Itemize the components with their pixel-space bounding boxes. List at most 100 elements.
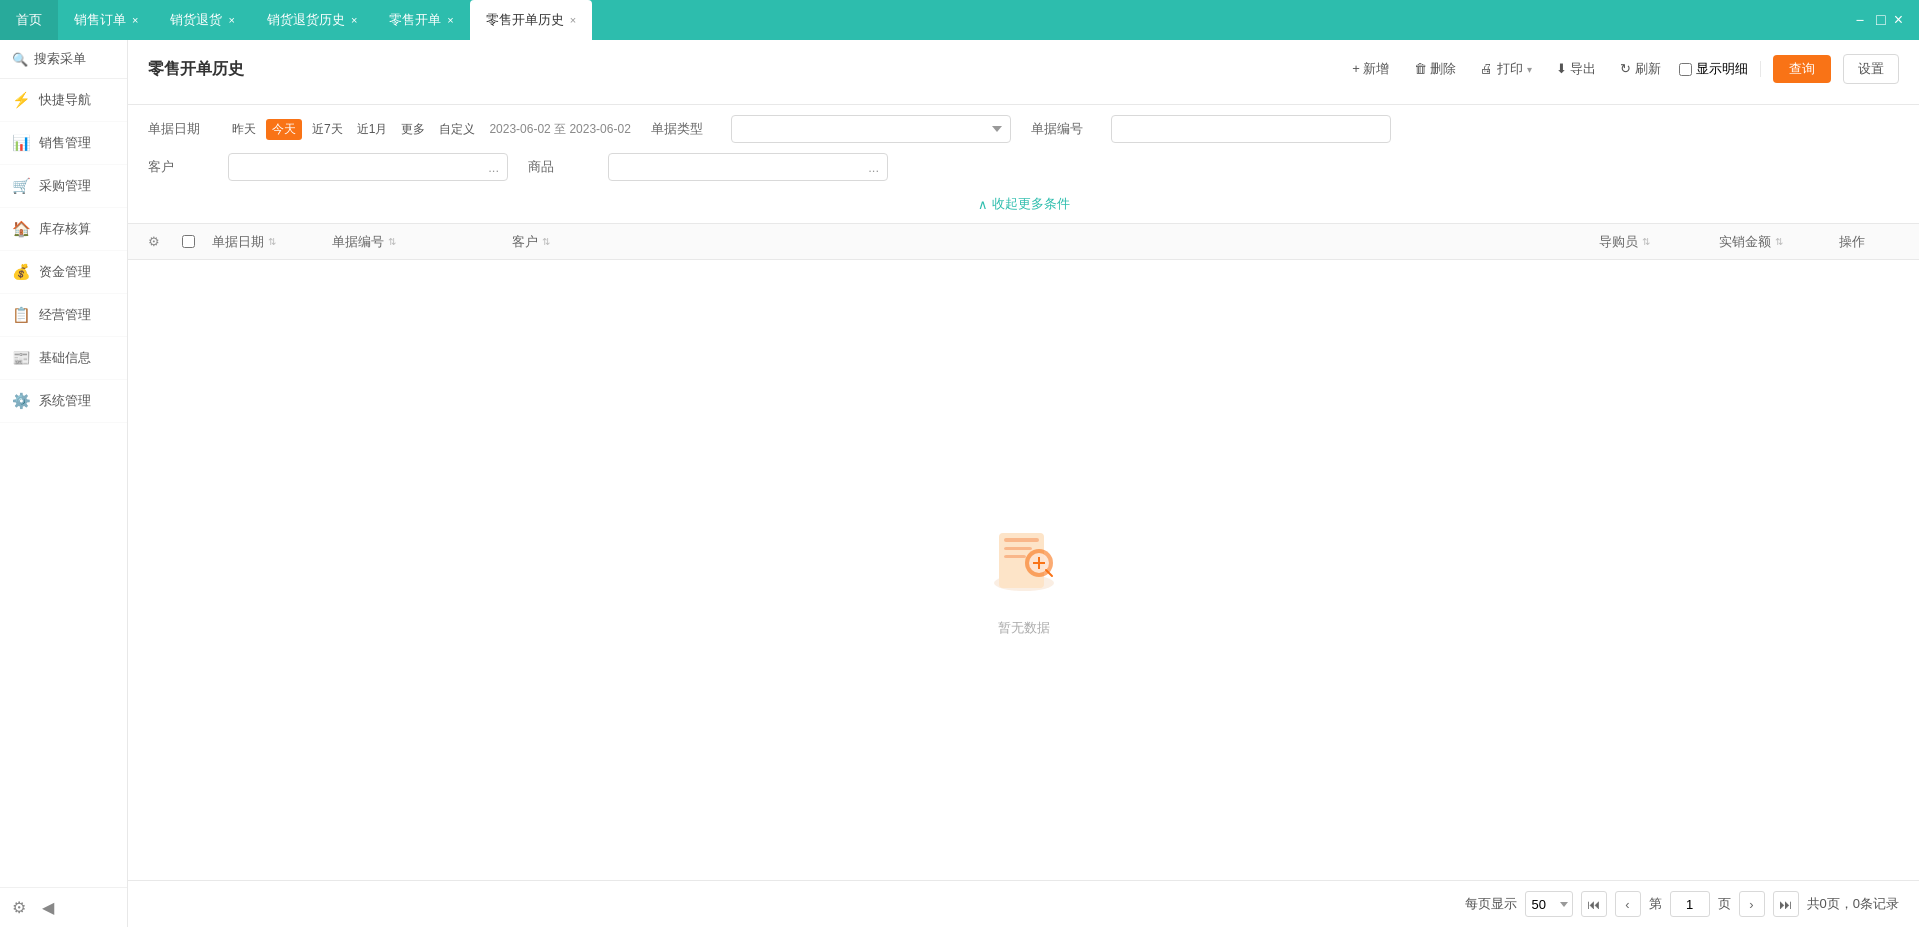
inventory-icon: 🏠 [12,220,31,238]
sidebar-bottom: ⚙ ◀ [0,887,127,927]
date-yesterday[interactable]: 昨天 [228,119,260,140]
table-area: ⚙ 单据日期 ⇅ 单据编号 ⇅ 客户 ⇅ 导购员 ⇅ [128,224,1919,880]
sidebar-item-system[interactable]: ⚙️ 系统管理 [0,380,127,423]
col-billno[interactable]: 单据编号 ⇅ [324,233,504,251]
collapse-toggle[interactable]: ∧ 收起更多条件 [148,191,1899,213]
system-icon: ⚙️ [12,392,31,410]
bill-no-label: 单据编号 [1031,120,1091,138]
date-today[interactable]: 今天 [266,119,302,140]
page-of-label: 页 [1718,895,1731,913]
sidebar-item-operations[interactable]: 📋 经营管理 [0,294,127,337]
select-all-checkbox[interactable] [182,235,195,248]
page-header-top: 零售开单历史 + 新增 🗑 删除 🖨 打印 ▾ ⬇ 导出 [148,54,1899,84]
sidebar-item-sales[interactable]: 📊 销售管理 [0,122,127,165]
query-button[interactable]: 查询 [1773,55,1831,83]
tab-retail-open-history-close[interactable]: × [570,14,576,26]
sidebar-item-inventory[interactable]: 🏠 库存核算 [0,208,127,251]
tab-sales-order[interactable]: 销售订单 × [58,0,154,40]
refresh-button[interactable]: ↻ 刷新 [1614,56,1667,82]
customer-input[interactable] [237,160,488,175]
bill-no-input[interactable] [1111,115,1391,143]
tab-sales-return-close[interactable]: × [228,14,234,26]
sidebar-item-finance[interactable]: 💰 资金管理 [0,251,127,294]
svg-rect-3 [1004,547,1032,550]
table-settings-icon[interactable]: ⚙ [136,234,172,249]
tab-retail-open-close[interactable]: × [447,14,453,26]
collapse-icon: ∧ [978,197,988,212]
maximize-button[interactable]: □ [1876,11,1886,29]
date-more[interactable]: 更多 [397,119,429,140]
prev-page-button[interactable]: ‹ [1615,891,1641,917]
col-date[interactable]: 单据日期 ⇅ [204,233,324,251]
quick-nav-icon: ⚡ [12,91,31,109]
sort-salesperson-icon: ⇅ [1642,236,1650,247]
date-last-month[interactable]: 近1月 [353,119,392,140]
finance-icon: 💰 [12,263,31,281]
tab-retail-open-history[interactable]: 零售开单历史 × [470,0,592,40]
sidebar-item-purchase[interactable]: 🛒 采购管理 [0,165,127,208]
tab-sales-order-close[interactable]: × [132,14,138,26]
filter-row-2: 客户 ... 商品 ... [148,153,1899,181]
select-all-checkbox-cell[interactable] [172,235,204,248]
col-customer[interactable]: 客户 ⇅ [504,233,1591,251]
pagination-bar: 每页显示 50 10 20 100 ⏮ ‹ 第 页 › ⏭ 共0页，0条记录 [128,880,1919,927]
page-summary: 共0页，0条记录 [1807,895,1899,913]
display-detail-checkbox[interactable] [1679,63,1692,76]
page-label: 第 [1649,895,1662,913]
customer-filter[interactable]: ... [228,153,508,181]
col-action: 操作 [1831,233,1911,251]
add-button[interactable]: + 新增 [1346,56,1395,82]
sidebar-item-purchase-label: 采购管理 [39,177,91,195]
table-header: ⚙ 单据日期 ⇅ 单据编号 ⇅ 客户 ⇅ 导购员 ⇅ [128,224,1919,260]
col-salesperson[interactable]: 导购员 ⇅ [1591,233,1711,251]
last-page-button[interactable]: ⏭ [1773,891,1799,917]
svg-rect-4 [1004,555,1026,558]
tab-bar: 首页 销售订单 × 销货退货 × 销货退货历史 × 零售开单 × 零售开单历史 … [0,0,1919,40]
sort-amount-icon: ⇅ [1775,236,1783,247]
customer-dots[interactable]: ... [488,160,499,175]
bill-type-select[interactable] [731,115,1011,143]
date-custom[interactable]: 自定义 [435,119,479,140]
sidebar-settings-icon[interactable]: ⚙ [12,898,26,917]
tab-sales-return-history-close[interactable]: × [351,14,357,26]
empty-text: 暂无数据 [998,619,1050,637]
sort-date-icon: ⇅ [268,236,276,247]
empty-state: 暂无数据 [128,260,1919,880]
tab-sales-return[interactable]: 销货退货 × [154,0,250,40]
sidebar: 🔍 搜索采单 ⚡ 快捷导航 📊 销售管理 🛒 采购管理 🏠 库存核算 💰 资金管… [0,40,128,927]
date-range-display: 2023-06-02 至 2023-06-02 [489,121,630,138]
tab-sales-return-history[interactable]: 销货退货历史 × [251,0,373,40]
date-last7[interactable]: 近7天 [308,119,347,140]
col-amount[interactable]: 实销金额 ⇅ [1711,233,1831,251]
date-filter-label: 单据日期 [148,120,208,138]
goods-label: 商品 [528,158,588,176]
print-button[interactable]: 🖨 打印 ▾ [1474,56,1538,82]
first-page-button[interactable]: ⏮ [1581,891,1607,917]
goods-filter[interactable]: ... [608,153,888,181]
print-dropdown-icon: ▾ [1527,64,1532,75]
page-number-input[interactable] [1670,891,1710,917]
tab-home[interactable]: 首页 [0,0,58,40]
settings-button[interactable]: 设置 [1843,54,1899,84]
minimize-button[interactable]: － [1852,10,1868,31]
delete-button[interactable]: 🗑 删除 [1408,56,1463,82]
per-page-select[interactable]: 50 10 20 100 [1525,891,1573,917]
goods-input[interactable] [617,160,868,175]
sort-customer-icon: ⇅ [542,236,550,247]
page-header: 零售开单历史 + 新增 🗑 删除 🖨 打印 ▾ ⬇ 导出 [128,40,1919,105]
sidebar-collapse-icon[interactable]: ◀ [42,898,54,917]
date-options: 昨天 今天 近7天 近1月 更多 自定义 2023-06-02 至 2023-0… [228,119,631,140]
close-button[interactable]: × [1894,11,1903,29]
sidebar-item-basic-info[interactable]: 📰 基础信息 [0,337,127,380]
filter-row-1: 单据日期 昨天 今天 近7天 近1月 更多 自定义 2023-06-02 至 2… [148,115,1899,143]
content: 零售开单历史 + 新增 🗑 删除 🖨 打印 ▾ ⬇ 导出 [128,40,1919,927]
per-page-label: 每页显示 [1465,895,1517,913]
goods-dots[interactable]: ... [868,160,879,175]
sidebar-search[interactable]: 🔍 搜索采单 [0,40,127,79]
display-detail-toggle[interactable]: 显示明细 [1679,60,1748,78]
sidebar-item-quick-nav[interactable]: ⚡ 快捷导航 [0,79,127,122]
next-page-button[interactable]: › [1739,891,1765,917]
window-controls: － □ × [1852,10,1919,31]
export-button[interactable]: ⬇ 导出 [1550,56,1603,82]
tab-retail-open[interactable]: 零售开单 × [373,0,469,40]
